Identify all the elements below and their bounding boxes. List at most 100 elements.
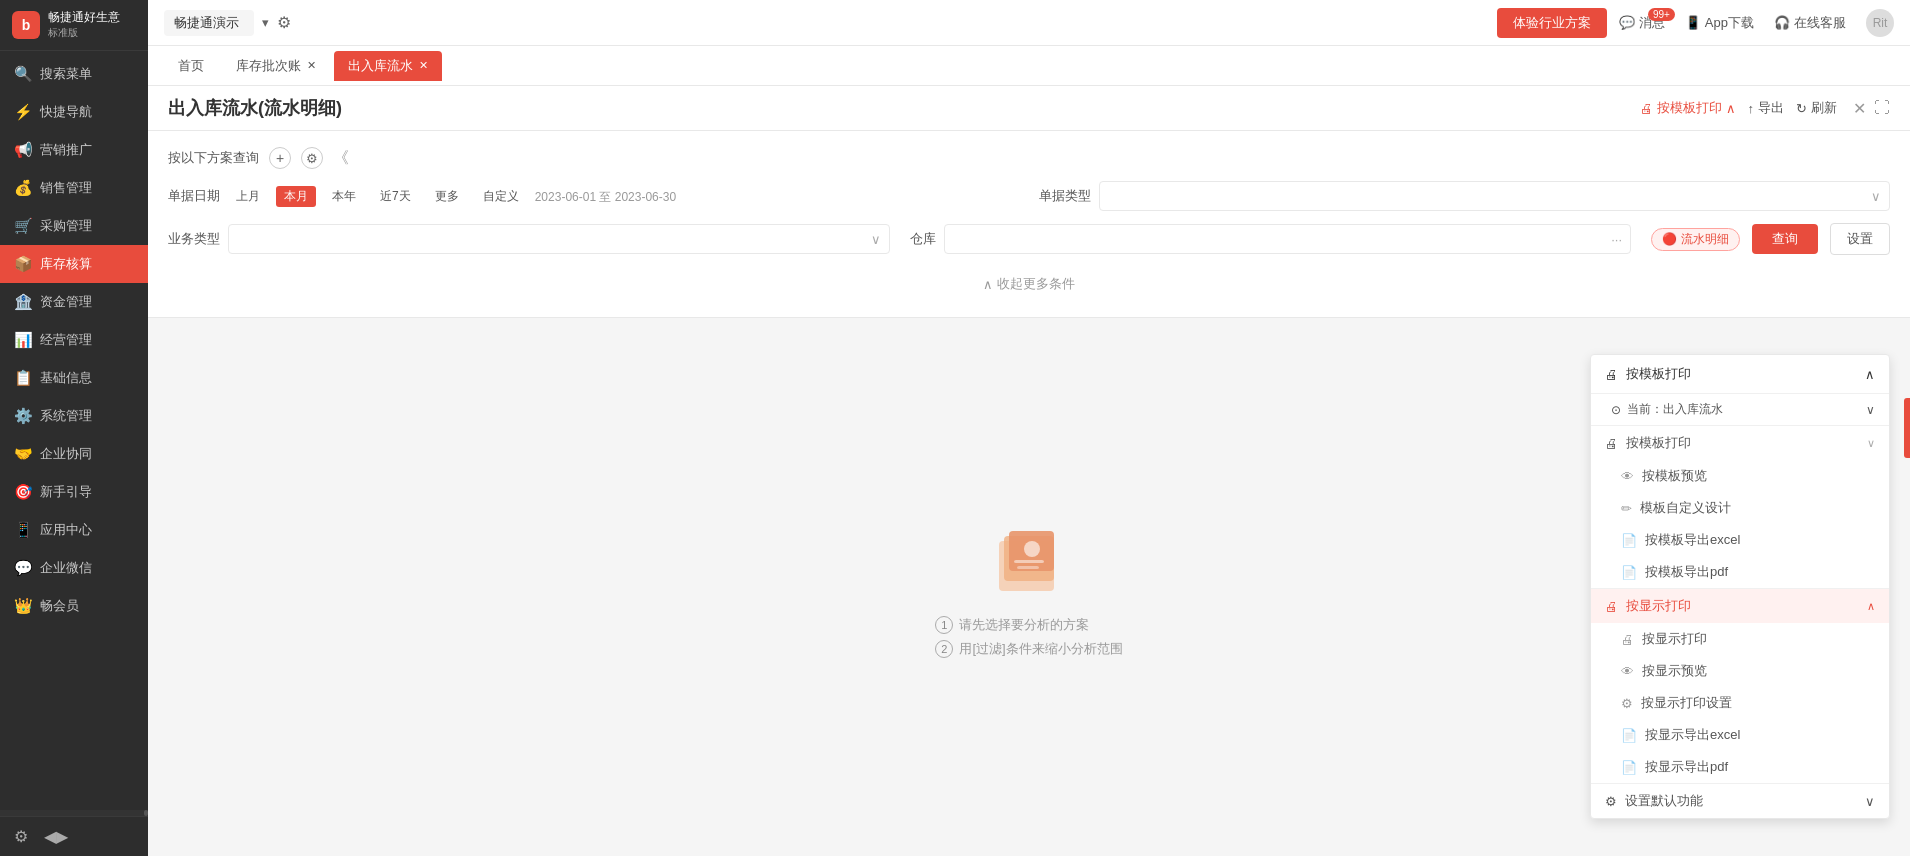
app-download-label: App下载 bbox=[1705, 14, 1754, 32]
print-icon: 🖨 bbox=[1640, 101, 1653, 116]
svg-rect-4 bbox=[1014, 560, 1044, 563]
tab-close-inventory-batch[interactable]: ✕ bbox=[307, 59, 316, 72]
template-excel-item[interactable]: 📄 按模板导出excel bbox=[1591, 524, 1889, 556]
filter-settings-button[interactable]: ⚙ bbox=[301, 147, 323, 169]
doc-type-select[interactable]: ∨ bbox=[1099, 181, 1890, 211]
tab-home[interactable]: 首页 bbox=[164, 51, 218, 81]
customer-service-item[interactable]: 🎧 在线客服 bbox=[1774, 14, 1846, 32]
message-item[interactable]: 💬 消息 99+ bbox=[1619, 14, 1665, 32]
sidebar-item-basic[interactable]: 📋 基础信息 bbox=[0, 359, 148, 397]
current-icon: ⊙ bbox=[1611, 403, 1621, 417]
export-btn[interactable]: ↑ 导出 bbox=[1748, 99, 1785, 117]
svg-point-3 bbox=[1024, 541, 1040, 557]
date-btn-this-year[interactable]: 本年 bbox=[324, 186, 364, 207]
date-btn-last-month[interactable]: 上月 bbox=[228, 186, 268, 207]
biz-type-select[interactable]: ∨ bbox=[228, 224, 890, 254]
sidebar-item-member[interactable]: 👑 畅会员 bbox=[0, 587, 148, 625]
sidebar-item-inventory[interactable]: 📦 库存核算 bbox=[0, 245, 148, 283]
sidebar-item-sales[interactable]: 💰 销售管理 bbox=[0, 169, 148, 207]
user-dropdown-icon[interactable]: ▾ bbox=[262, 15, 269, 30]
logo-icon: b bbox=[12, 11, 40, 39]
template-pdf-icon: 📄 bbox=[1621, 565, 1637, 580]
display-print-item[interactable]: 🖨 按显示打印 bbox=[1591, 623, 1889, 655]
template-custom-item[interactable]: ✏ 模板自定义设计 bbox=[1591, 492, 1889, 524]
sidebar-item-wechat[interactable]: 💬 企业微信 bbox=[0, 549, 148, 587]
svg-rect-5 bbox=[1017, 566, 1039, 569]
window-expand-btn[interactable]: ⛶ bbox=[1874, 99, 1890, 117]
collapse-more-btn[interactable]: ∧ 收起更多条件 bbox=[168, 267, 1890, 301]
filter-tag-label: 流水明细 bbox=[1681, 231, 1729, 248]
display-pdf-item[interactable]: 📄 按显示导出pdf bbox=[1591, 751, 1889, 783]
trial-button[interactable]: 体验行业方案 bbox=[1497, 8, 1607, 38]
date-btn-7days[interactable]: 近7天 bbox=[372, 186, 419, 207]
footer-collapse-icon[interactable]: ◀▶ bbox=[44, 827, 68, 846]
default-function-item[interactable]: ⚙ 设置默认功能 ∨ bbox=[1591, 784, 1889, 818]
warehouse-label: 仓库 bbox=[910, 230, 936, 248]
sidebar-item-guide[interactable]: 🎯 新手引导 bbox=[0, 473, 148, 511]
sidebar-item-operation[interactable]: 📊 经营管理 bbox=[0, 321, 148, 359]
main-area: 畅捷通演示 ▾ ⚙ 体验行业方案 💬 消息 99+ 📱 App下载 🎧 在线客服… bbox=[148, 0, 1910, 856]
sidebar: b 畅捷通好生意 标准版 🔍 搜索菜单 ⚡ 快捷导航 📢 营销推广 💰 销售管理… bbox=[0, 0, 148, 856]
template-preview-label: 按模板预览 bbox=[1642, 467, 1707, 485]
sidebar-item-quick-nav[interactable]: ⚡ 快捷导航 bbox=[0, 93, 148, 131]
query-button[interactable]: 查询 bbox=[1752, 224, 1818, 254]
refresh-btn[interactable]: ↻ 刷新 bbox=[1796, 99, 1837, 117]
tab-inventory-flow[interactable]: 出入库流水✕ bbox=[334, 51, 442, 81]
template-preview-item[interactable]: 👁 按模板预览 bbox=[1591, 460, 1889, 492]
sidebar-item-finance[interactable]: 🏦 资金管理 bbox=[0, 283, 148, 321]
display-print-header[interactable]: 🖨 按显示打印 ∧ bbox=[1591, 589, 1889, 623]
display-preview-label: 按显示预览 bbox=[1642, 662, 1707, 680]
window-controls: ✕ ⛶ bbox=[1853, 99, 1890, 118]
sidebar-icon-wechat: 💬 bbox=[14, 559, 32, 577]
top-header: 畅捷通演示 ▾ ⚙ 体验行业方案 💬 消息 99+ 📱 App下载 🎧 在线客服… bbox=[148, 0, 1910, 46]
warehouse-select[interactable]: ··· bbox=[944, 224, 1632, 254]
sidebar-item-apps[interactable]: 📱 应用中心 bbox=[0, 511, 148, 549]
sidebar-item-purchase[interactable]: 🛒 采购管理 bbox=[0, 207, 148, 245]
biz-type-arrow-icon: ∨ bbox=[871, 232, 881, 247]
empty-steps: 1 请先选择要分析的方案 2 用[过滤]条件来缩小分析范围 bbox=[935, 616, 1122, 658]
sidebar-label-sales: 销售管理 bbox=[40, 179, 92, 197]
window-close-btn[interactable]: ✕ bbox=[1853, 99, 1866, 118]
right-edge-handle[interactable] bbox=[1904, 398, 1910, 458]
user-avatar[interactable]: Rit bbox=[1866, 9, 1894, 37]
display-preview-item[interactable]: 👁 按显示预览 bbox=[1591, 655, 1889, 687]
print-template-btn[interactable]: 🖨 按模板打印 ∧ bbox=[1640, 99, 1736, 117]
sidebar-item-marketing[interactable]: 📢 营销推广 bbox=[0, 131, 148, 169]
header-right: 💬 消息 99+ 📱 App下载 🎧 在线客服 Rit bbox=[1619, 9, 1894, 37]
tab-inventory-batch[interactable]: 库存批次账✕ bbox=[222, 51, 330, 81]
display-pdf-label: 按显示导出pdf bbox=[1645, 758, 1728, 776]
settings-button[interactable]: 设置 bbox=[1830, 223, 1890, 255]
biz-type-filter-field: 业务类型 ∨ bbox=[168, 224, 890, 254]
sidebar-label-wechat: 企业微信 bbox=[40, 559, 92, 577]
dropdown-header-arrow[interactable]: ∧ bbox=[1865, 367, 1875, 382]
display-excel-item[interactable]: 📄 按显示导出excel bbox=[1591, 719, 1889, 751]
tab-close-inventory-flow[interactable]: ✕ bbox=[419, 59, 428, 72]
user-name[interactable]: 畅捷通演示 bbox=[164, 10, 254, 36]
current-selection[interactable]: ⊙ 当前：出入库流水 ∨ bbox=[1591, 394, 1889, 426]
header-settings-icon[interactable]: ⚙ bbox=[277, 13, 291, 32]
date-btn-more[interactable]: 更多 bbox=[427, 186, 467, 207]
display-excel-label: 按显示导出excel bbox=[1645, 726, 1740, 744]
sidebar-icon-partner: 🤝 bbox=[14, 445, 32, 463]
filter-add-button[interactable]: + bbox=[269, 147, 291, 169]
app-download-item[interactable]: 📱 App下载 bbox=[1685, 14, 1754, 32]
display-print-settings-item[interactable]: ⚙ 按显示打印设置 bbox=[1591, 687, 1889, 719]
current-label: 当前：出入库流水 bbox=[1627, 401, 1723, 418]
sidebar-item-system[interactable]: ⚙️ 系统管理 bbox=[0, 397, 148, 435]
biz-type-label: 业务类型 bbox=[168, 230, 220, 248]
date-btn-custom[interactable]: 自定义 bbox=[475, 186, 527, 207]
filter-rows: 单据日期 上月 本月 本年 近7天 更多 自定义 2023-06-01 至 20… bbox=[168, 181, 1890, 301]
display-section-chevron: ∧ bbox=[1867, 600, 1875, 613]
chevron-up-icon: ∧ bbox=[1726, 101, 1736, 116]
sidebar-item-partner[interactable]: 🤝 企业协同 bbox=[0, 435, 148, 473]
filter-toolbar: 按以下方案查询 + ⚙ 《 bbox=[168, 147, 1890, 169]
date-btn-this-month[interactable]: 本月 bbox=[276, 186, 316, 207]
filter-tag[interactable]: 🔴 流水明细 bbox=[1651, 228, 1740, 251]
template-print-icon: 🖨 bbox=[1605, 436, 1618, 451]
sidebar-item-search[interactable]: 🔍 搜索菜单 bbox=[0, 55, 148, 93]
template-print-header[interactable]: 🖨 按模板打印 ∨ bbox=[1591, 426, 1889, 460]
footer-settings-icon[interactable]: ⚙ bbox=[14, 827, 28, 846]
sidebar-icon-quick-nav: ⚡ bbox=[14, 103, 32, 121]
template-pdf-item[interactable]: 📄 按模板导出pdf bbox=[1591, 556, 1889, 588]
filter-collapse-btn[interactable]: 《 bbox=[333, 148, 349, 169]
